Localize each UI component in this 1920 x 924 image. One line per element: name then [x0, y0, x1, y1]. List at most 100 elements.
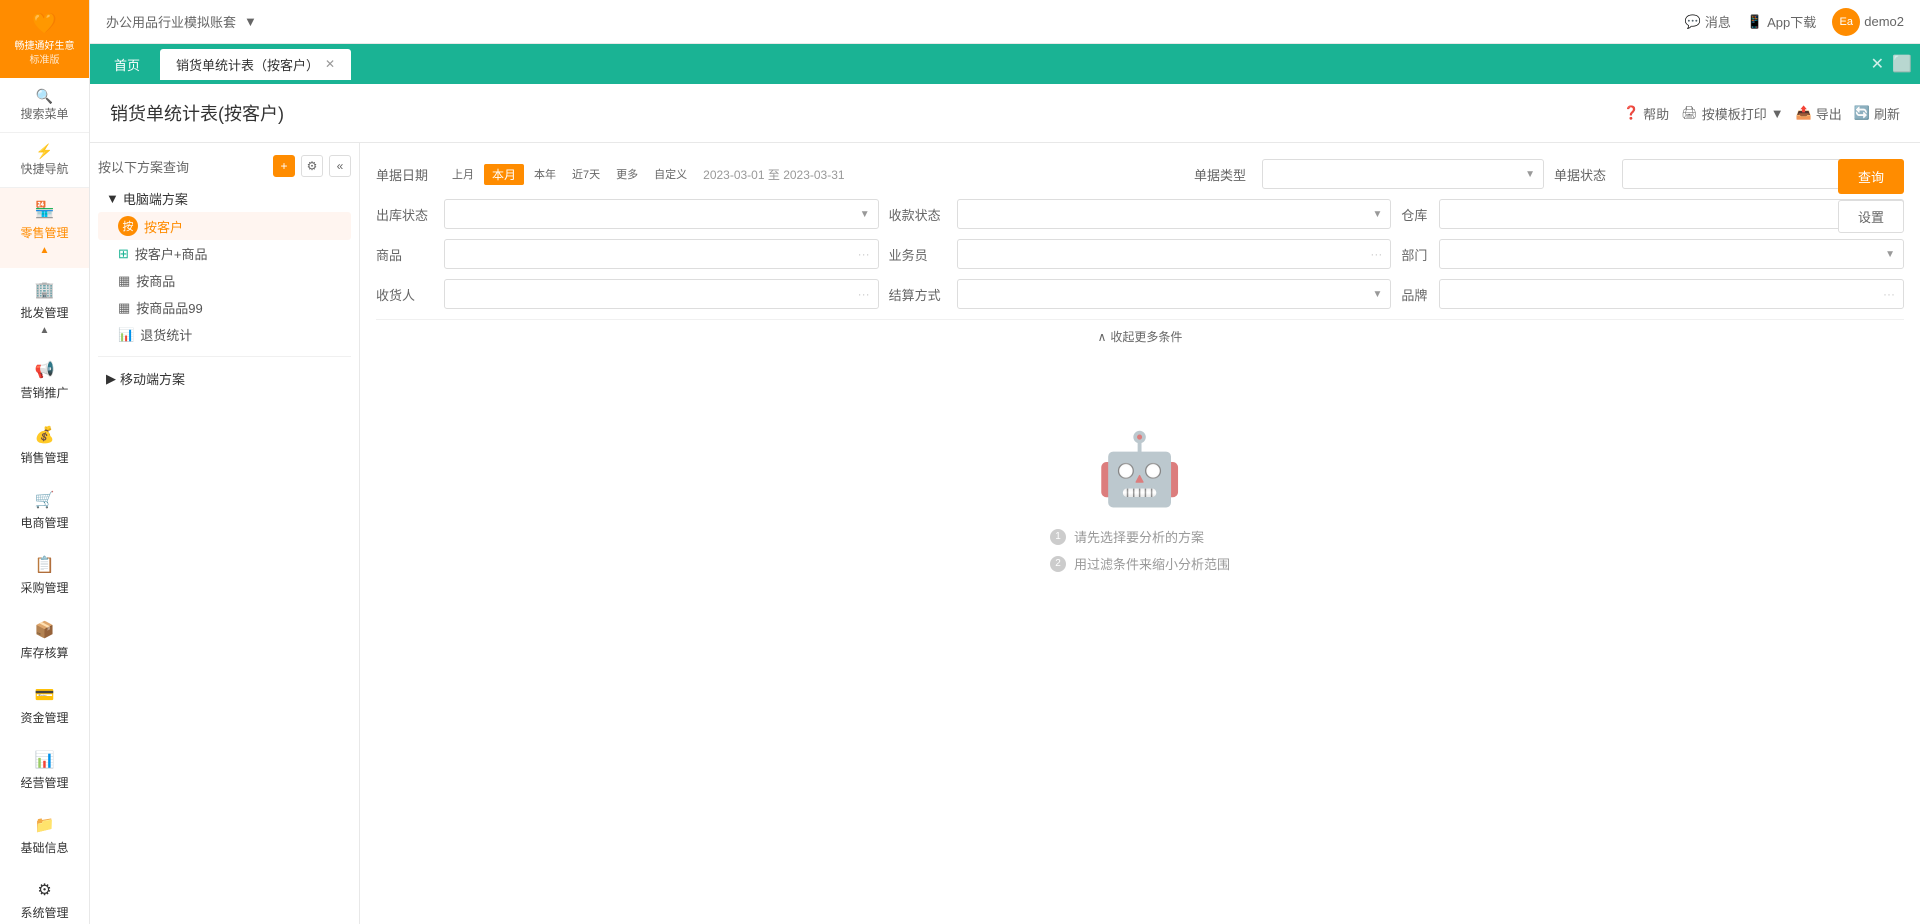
receipt-dropdown[interactable]: ▼ — [957, 199, 1392, 229]
close-window-icon[interactable]: ✕ — [1871, 54, 1884, 74]
date-pill-last-month[interactable]: 上月 — [446, 164, 480, 184]
warehouse-input[interactable]: ··· — [1439, 199, 1904, 229]
return-stats-label: 退货统计 — [140, 325, 192, 344]
sidebar-item-basic[interactable]: 📁 基础信息 — [0, 803, 89, 868]
date-pill-this-month[interactable]: 本月 — [484, 164, 524, 185]
right-panel: 单据日期 上月 本月 本年 近7天 更多 自定义 2023-03-01 至 20… — [360, 143, 1920, 924]
sidebar-item-finance[interactable]: 💳 资金管理 — [0, 673, 89, 738]
sales-icon: 💰 — [35, 425, 55, 445]
recipient-input[interactable]: ··· — [444, 279, 879, 309]
message-btn[interactable]: 💬 消息 — [1685, 12, 1731, 31]
row3: 商品 ··· 业务员 ··· — [376, 239, 1904, 269]
tab-bar: 首页 销货单统计表（按客户） ✕ ✕ ⬜ — [90, 44, 1920, 84]
refresh-btn[interactable]: 🔄 刷新 — [1854, 104, 1900, 123]
app-download-btn[interactable]: 📱 App下载 — [1747, 12, 1816, 31]
receipt-label: 收款状态 — [889, 205, 949, 224]
department-label: 部门 — [1401, 245, 1431, 264]
date-pill-more[interactable]: 更多 — [610, 164, 644, 184]
order-type-dropdown[interactable]: ▼ — [1262, 159, 1544, 189]
query-btn[interactable]: 查询 — [1838, 159, 1904, 194]
settlement-dropdown[interactable]: ▼ — [957, 279, 1392, 309]
settlement-label: 结算方式 — [889, 285, 949, 304]
sidebar-quick-nav[interactable]: ⚡ 快捷导航 — [0, 133, 89, 188]
customer-product-icon: ⊞ — [118, 246, 129, 262]
dept-chevron: ▼ — [1885, 249, 1895, 260]
settings-btn[interactable]: 设置 — [1838, 200, 1904, 233]
sidebar-search[interactable]: 🔍 搜索菜单 — [0, 78, 89, 133]
quick-nav-label: 快捷导航 — [8, 160, 81, 177]
system-icon: ⚙ — [37, 880, 51, 900]
marketing-label: 营销推广 — [20, 384, 68, 401]
date-pill-this-year[interactable]: 本年 — [528, 164, 562, 184]
sidebar-item-wholesale[interactable]: 🏢 批发管理 ▲ — [0, 268, 89, 348]
warehouse-row: 仓库 ··· — [1401, 199, 1904, 229]
tree-return-stats[interactable]: 📊 退货统计 — [98, 321, 351, 348]
tree-by-customer[interactable]: 按 按客户 — [98, 212, 351, 240]
salesperson-row: 业务员 ··· — [889, 239, 1392, 269]
product-99-icon: ▦ — [118, 300, 130, 316]
tree-by-product[interactable]: ▦ 按商品 — [98, 267, 351, 294]
sidebar-item-sales[interactable]: 💰 销售管理 — [0, 413, 89, 478]
tab-close-icon[interactable]: ✕ — [325, 57, 335, 71]
sidebar: 🧡 畅捷通好生意 标准版 🔍 搜索菜单 ⚡ 快捷导航 🏪 零售管理 ▲ 🏢 批发… — [0, 0, 90, 924]
tip2-text: 用过滤条件来缩小分析范围 — [1074, 554, 1230, 573]
basic-icon: 📁 — [35, 815, 55, 835]
download-icon: 📱 — [1747, 14, 1763, 30]
out-status-dropdown[interactable]: ▼ — [444, 199, 879, 229]
collapse-btn[interactable]: ∧ 收起更多条件 — [1098, 328, 1183, 345]
add-scheme-btn[interactable]: + — [273, 155, 295, 177]
collapse-panel-btn[interactable]: « — [329, 155, 351, 177]
settings-scheme-btn[interactable]: ⚙ — [301, 155, 323, 177]
sidebar-item-system[interactable]: ⚙ 系统管理 — [0, 868, 89, 924]
finance-icon: 💳 — [35, 685, 55, 705]
help-btn[interactable]: ❓ 帮助 — [1623, 104, 1669, 123]
app-title-dropdown[interactable]: ▼ — [244, 14, 257, 29]
inventory-label: 库存核算 — [20, 644, 68, 661]
department-row: 部门 ▼ — [1401, 239, 1904, 269]
retail-icon: 🏪 — [35, 200, 55, 220]
order-type-label: 单据类型 — [1194, 165, 1254, 184]
tree-desktop-node[interactable]: ▼ 电脑端方案 — [98, 185, 351, 212]
logo-subtitle: 标准版 — [8, 54, 81, 68]
warehouse-label: 仓库 — [1401, 205, 1431, 224]
sidebar-item-ecommerce[interactable]: 🛒 电商管理 — [0, 478, 89, 543]
product-input[interactable]: ··· — [444, 239, 879, 269]
by-product-99-label: 按商品品99 — [136, 298, 202, 317]
wholesale-icon: 🏢 — [35, 280, 55, 300]
sidebar-item-marketing[interactable]: 📢 营销推广 — [0, 348, 89, 413]
tab-sales-stats-label: 销货单统计表（按客户） — [176, 55, 319, 74]
export-btn[interactable]: 📤 导出 — [1796, 104, 1842, 123]
by-customer-label: 按客户 — [144, 217, 183, 236]
template-print-btn[interactable]: 🖨 按模板打印 ▼ — [1681, 104, 1783, 123]
sidebar-item-operations[interactable]: 📊 经营管理 — [0, 738, 89, 803]
sidebar-item-retail[interactable]: 🏪 零售管理 ▲ — [0, 188, 89, 268]
maximize-icon[interactable]: ⬜ — [1892, 54, 1912, 74]
collapse-row: ∧ 收起更多条件 — [376, 319, 1904, 353]
user-name: demo2 — [1864, 14, 1904, 29]
sidebar-item-purchase[interactable]: 📋 采购管理 — [0, 543, 89, 608]
date-pill-custom[interactable]: 自定义 — [648, 164, 693, 184]
user-profile[interactable]: Ea demo2 — [1832, 8, 1904, 36]
tab-sales-stats[interactable]: 销货单统计表（按客户） ✕ — [160, 49, 351, 80]
salesperson-input[interactable]: ··· — [957, 239, 1392, 269]
date-pill-7days[interactable]: 近7天 — [566, 164, 606, 184]
ecommerce-icon: 🛒 — [35, 490, 55, 510]
refresh-label: 刷新 — [1874, 104, 1900, 123]
tab-home[interactable]: 首页 — [98, 49, 156, 80]
basic-label: 基础信息 — [20, 839, 68, 856]
panel-title: 按以下方案查询 — [98, 157, 189, 176]
department-dropdown[interactable]: ▼ — [1439, 239, 1904, 269]
brand-input[interactable]: ··· — [1439, 279, 1904, 309]
logo-text: 畅捷通好生意 — [8, 40, 81, 54]
tree-mobile-node[interactable]: ▶ 移动端方案 — [98, 365, 351, 392]
app-logo[interactable]: 🧡 畅捷通好生意 标准版 — [0, 0, 89, 78]
sidebar-item-inventory[interactable]: 📦 库存核算 — [0, 608, 89, 673]
collapse-icon: « — [337, 159, 344, 173]
date-filter-row: 单据日期 上月 本月 本年 近7天 更多 自定义 2023-03-01 至 20… — [376, 159, 1904, 189]
sidebar-menu: 🏪 零售管理 ▲ 🏢 批发管理 ▲ 📢 营销推广 💰 销售管理 🛒 电商管理 📋… — [0, 188, 89, 924]
salesperson-dots: ··· — [1370, 247, 1382, 261]
tree-by-customer-product[interactable]: ⊞ 按客户+商品 — [98, 240, 351, 267]
tree-by-product-99[interactable]: ▦ 按商品品99 — [98, 294, 351, 321]
brand-dots: ··· — [1883, 287, 1895, 301]
print-chevron: ▼ — [1771, 106, 1784, 121]
